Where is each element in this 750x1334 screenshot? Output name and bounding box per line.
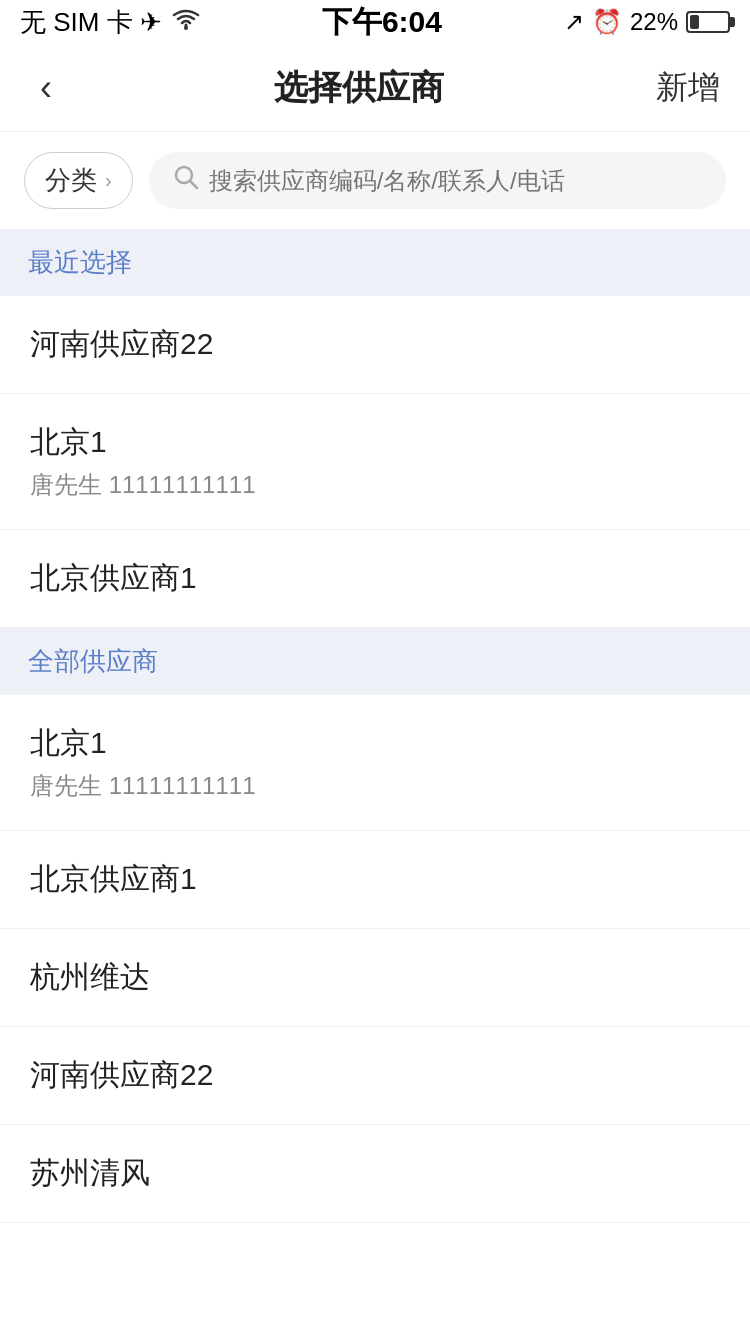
battery-percent: 22% xyxy=(630,8,678,36)
search-icon xyxy=(173,164,199,197)
all-items-list: 北京1 唐先生 11111111111 北京供应商1 杭州维达河南供应商22 苏州清风 xyxy=(0,695,750,1223)
item-name: 北京1 xyxy=(30,723,720,764)
all-section-label: 全部供应商 xyxy=(28,646,158,676)
status-time: 下午6:04 xyxy=(322,2,442,43)
wifi-icon xyxy=(172,7,200,38)
all-list-item[interactable]: 河南供应商22 xyxy=(0,1027,750,1125)
all-list-item[interactable]: 苏州清风 xyxy=(0,1125,750,1223)
svg-point-0 xyxy=(184,26,188,30)
search-box[interactable] xyxy=(149,152,726,209)
item-name: 北京1 xyxy=(30,422,720,463)
filter-bar: 分类 › xyxy=(0,132,750,229)
nav-bar: ‹ 选择供应商 新增 xyxy=(0,44,750,132)
battery-icon xyxy=(686,11,730,33)
add-button[interactable]: 新增 xyxy=(656,66,720,110)
recent-list-item[interactable]: 北京供应商1 xyxy=(0,530,750,628)
recent-list-item[interactable]: 北京1 唐先生 11111111111 xyxy=(0,394,750,530)
item-name: 北京供应商1 xyxy=(30,859,720,900)
recent-items-list: 河南供应商22 北京1 唐先生 11111111111 北京供应商1 xyxy=(0,296,750,628)
item-name: 杭州维达 xyxy=(30,957,720,998)
all-section-header: 全部供应商 xyxy=(0,628,750,695)
location-icon: ↗ xyxy=(564,8,584,36)
svg-line-2 xyxy=(190,181,197,188)
status-left: 无 SIM 卡 ✈ xyxy=(20,5,200,40)
recent-list-item[interactable]: 河南供应商22 xyxy=(0,296,750,394)
item-name: 河南供应商22 xyxy=(30,324,720,365)
status-bar: 无 SIM 卡 ✈ 下午6:04 ↗ ⏰ 22% xyxy=(0,0,750,44)
back-button[interactable]: ‹ xyxy=(30,57,62,119)
status-right: ↗ ⏰ 22% xyxy=(564,8,730,36)
chevron-right-icon: › xyxy=(105,169,112,192)
item-sub: 唐先生 11111111111 xyxy=(30,770,720,802)
item-name: 苏州清风 xyxy=(30,1153,720,1194)
sim-status: 无 SIM 卡 ✈ xyxy=(20,5,162,40)
search-input[interactable] xyxy=(209,167,702,195)
all-list-item[interactable]: 杭州维达 xyxy=(0,929,750,1027)
alarm-icon: ⏰ xyxy=(592,8,622,36)
page-title: 选择供应商 xyxy=(274,65,444,111)
item-sub: 唐先生 11111111111 xyxy=(30,469,720,501)
category-label: 分类 xyxy=(45,163,97,198)
item-name: 北京供应商1 xyxy=(30,558,720,599)
recent-section-header: 最近选择 xyxy=(0,229,750,296)
recent-section-label: 最近选择 xyxy=(28,247,132,277)
all-list-item[interactable]: 北京1 唐先生 11111111111 xyxy=(0,695,750,831)
item-name: 河南供应商22 xyxy=(30,1055,720,1096)
all-list-item[interactable]: 北京供应商1 xyxy=(0,831,750,929)
category-filter-button[interactable]: 分类 › xyxy=(24,152,133,209)
